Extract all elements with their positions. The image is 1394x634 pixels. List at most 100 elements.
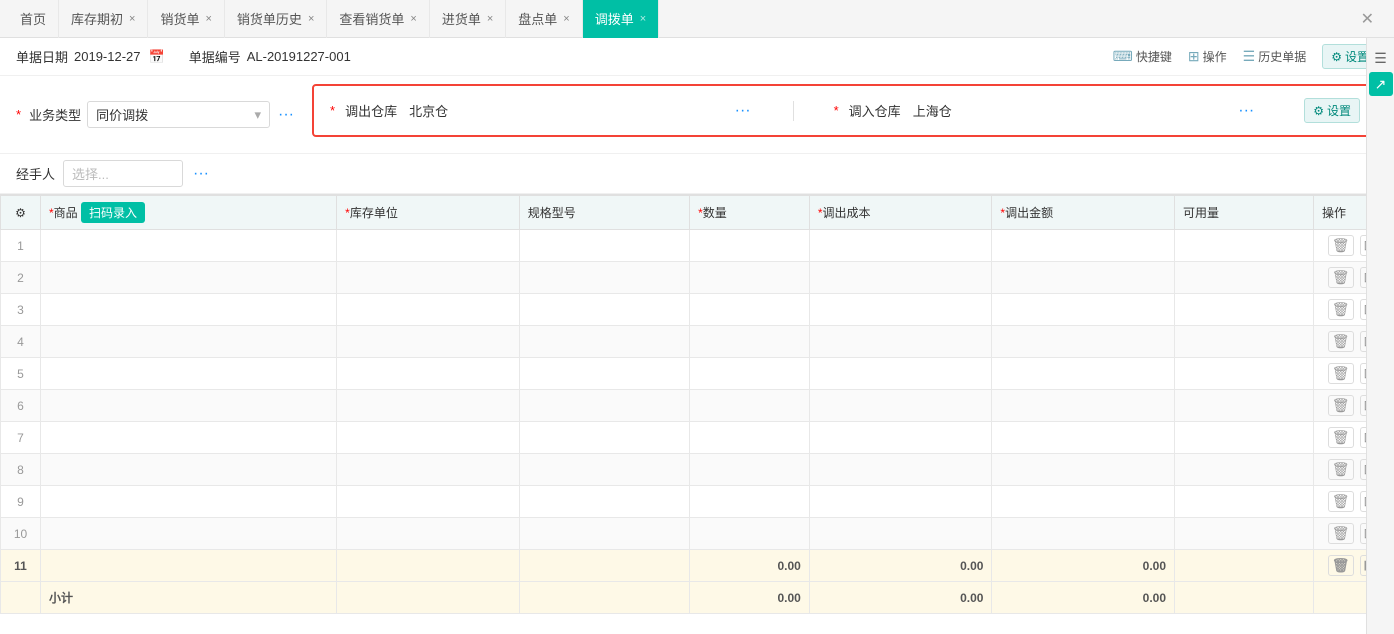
cost-cell[interactable]: [809, 294, 992, 326]
available-cell[interactable]: [1175, 486, 1314, 518]
cost-cell[interactable]: [809, 358, 992, 390]
delete-row-icon[interactable]: 🗑: [1328, 491, 1354, 512]
cost-cell[interactable]: [809, 326, 992, 358]
unit-cell[interactable]: [337, 326, 520, 358]
business-type-select[interactable]: 同价调拨 ▾: [87, 101, 270, 128]
delete-row-icon[interactable]: 🗑: [1328, 235, 1354, 256]
tab-stocktake[interactable]: 盘点单 ×: [506, 0, 582, 38]
delete-row-icon[interactable]: 🗑: [1328, 299, 1354, 320]
tab-sales-history[interactable]: 销货单历史 ×: [225, 0, 327, 38]
tab-home[interactable]: 首页: [8, 0, 59, 38]
delete-row-icon[interactable]: 🗑: [1328, 523, 1354, 544]
unit-cell[interactable]: [337, 358, 520, 390]
qty-cell[interactable]: [690, 326, 810, 358]
delete-row-icon[interactable]: 🗑: [1328, 363, 1354, 384]
available-cell[interactable]: [1175, 262, 1314, 294]
qty-cell[interactable]: [690, 454, 810, 486]
product-cell[interactable]: [41, 454, 337, 486]
product-cell[interactable]: [41, 294, 337, 326]
cost-cell[interactable]: [809, 230, 992, 262]
cost-cell[interactable]: [809, 486, 992, 518]
tab-sales-order[interactable]: 销货单 ×: [148, 0, 224, 38]
unit-cell[interactable]: [337, 454, 520, 486]
spec-cell[interactable]: [519, 486, 689, 518]
delete-row-icon[interactable]: 🗑: [1328, 395, 1354, 416]
scan-entry-btn[interactable]: 扫码录入: [81, 202, 145, 223]
cost-cell[interactable]: [809, 422, 992, 454]
shortcut-btn[interactable]: ⌨ 快捷键: [1113, 48, 1172, 65]
spec-cell[interactable]: [519, 422, 689, 454]
amount-cell[interactable]: [992, 486, 1175, 518]
business-more-btn[interactable]: ···: [276, 106, 296, 124]
cost-cell[interactable]: [809, 262, 992, 294]
product-cell[interactable]: [41, 422, 337, 454]
spec-cell[interactable]: [519, 230, 689, 262]
available-cell[interactable]: [1175, 230, 1314, 262]
delete-row-icon[interactable]: 🗑: [1328, 427, 1354, 448]
qty-cell[interactable]: [690, 390, 810, 422]
unit-cell[interactable]: [337, 486, 520, 518]
qty-cell[interactable]: [690, 358, 810, 390]
spec-cell[interactable]: [519, 358, 689, 390]
amount-cell[interactable]: [992, 358, 1175, 390]
amount-cell[interactable]: [992, 454, 1175, 486]
amount-cell[interactable]: [992, 230, 1175, 262]
qty-cell[interactable]: [690, 294, 810, 326]
tab-close-transfer[interactable]: ×: [640, 13, 646, 25]
tab-close-inventory-init[interactable]: ×: [129, 13, 135, 25]
cost-cell[interactable]: [809, 518, 992, 550]
qty-cell[interactable]: [690, 518, 810, 550]
unit-cell[interactable]: [337, 294, 520, 326]
unit-cell[interactable]: [337, 262, 520, 294]
handler-select[interactable]: 选择...: [63, 160, 183, 187]
qty-cell[interactable]: [690, 262, 810, 294]
action-btn[interactable]: ⊞ 操作: [1188, 48, 1227, 65]
qty-cell[interactable]: [690, 422, 810, 454]
qty-cell[interactable]: [690, 486, 810, 518]
product-cell[interactable]: [41, 518, 337, 550]
available-cell[interactable]: [1175, 518, 1314, 550]
unit-cell[interactable]: [337, 422, 520, 454]
available-cell[interactable]: [1175, 390, 1314, 422]
spec-cell[interactable]: [519, 294, 689, 326]
tab-close-sales-order[interactable]: ×: [205, 13, 211, 25]
unit-cell[interactable]: [337, 390, 520, 422]
tab-close-purchase[interactable]: ×: [487, 13, 493, 25]
tab-close-view-sales[interactable]: ×: [410, 13, 416, 25]
spec-cell[interactable]: [519, 454, 689, 486]
product-cell[interactable]: [41, 230, 337, 262]
spec-cell[interactable]: [519, 390, 689, 422]
delete-row-icon[interactable]: 🗑: [1328, 459, 1354, 480]
available-cell[interactable]: [1175, 294, 1314, 326]
unit-cell[interactable]: [337, 518, 520, 550]
product-cell[interactable]: [41, 262, 337, 294]
spec-cell[interactable]: [519, 262, 689, 294]
spec-cell[interactable]: [519, 518, 689, 550]
cost-cell[interactable]: [809, 390, 992, 422]
unit-cell[interactable]: [337, 230, 520, 262]
tab-close-stocktake[interactable]: ×: [563, 13, 569, 25]
amount-cell[interactable]: [992, 262, 1175, 294]
qty-cell[interactable]: [690, 230, 810, 262]
warehouse-settings-btn[interactable]: ⚙ 设置: [1304, 98, 1360, 123]
product-cell[interactable]: [41, 326, 337, 358]
history-btn[interactable]: ☰ 历史单据: [1243, 48, 1307, 65]
tab-close-sales-history[interactable]: ×: [308, 13, 314, 25]
tab-transfer[interactable]: 调拨单 ×: [583, 0, 659, 38]
cost-cell[interactable]: [809, 454, 992, 486]
product-cell[interactable]: [41, 486, 337, 518]
available-cell[interactable]: [1175, 358, 1314, 390]
amount-cell[interactable]: [992, 390, 1175, 422]
product-cell[interactable]: [41, 358, 337, 390]
available-cell[interactable]: [1175, 454, 1314, 486]
calendar-icon[interactable]: 📅: [149, 49, 165, 65]
amount-cell[interactable]: [992, 518, 1175, 550]
handler-more-btn[interactable]: ···: [191, 165, 211, 183]
tab-view-sales[interactable]: 查看销货单 ×: [327, 0, 429, 38]
sidebar-export-icon[interactable]: ↗: [1369, 72, 1393, 96]
product-cell[interactable]: [41, 390, 337, 422]
amount-cell[interactable]: [992, 294, 1175, 326]
col-settings[interactable]: ⚙: [1, 196, 41, 230]
delete-row-icon[interactable]: 🗑: [1328, 331, 1354, 352]
delete-row-icon[interactable]: 🗑: [1328, 267, 1354, 288]
